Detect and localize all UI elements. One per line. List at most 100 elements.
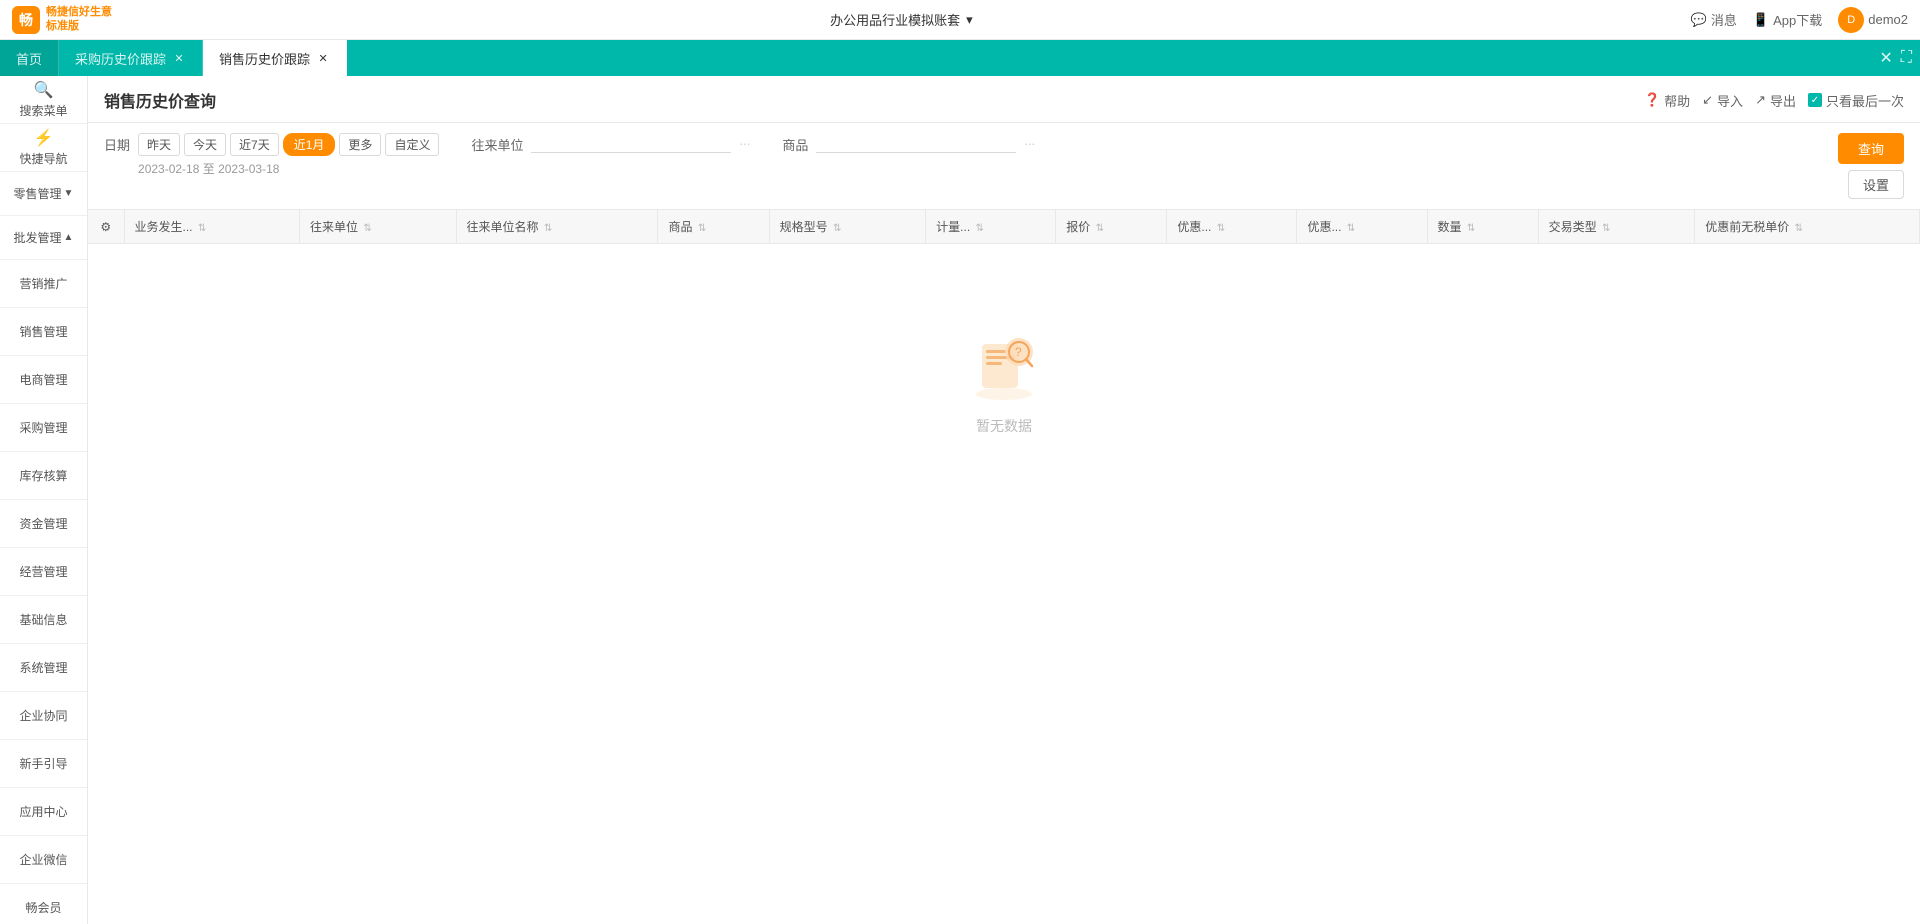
date-btn-7days[interactable]: 近7天: [230, 133, 279, 156]
message-icon: 💬: [1691, 12, 1707, 28]
sidebar-item-finance[interactable]: 资金管理: [0, 500, 87, 548]
sidebar-item-retail-mgmt[interactable]: 零售管理 ▼: [0, 172, 87, 216]
col-discount1[interactable]: 优惠... ⇅: [1167, 210, 1297, 244]
date-range-display: 2023-02-18 至 2023-03-18: [138, 160, 439, 177]
app-name-label: 办公用品行业模拟账套: [830, 10, 960, 29]
sidebar-item-wholesale-mgmt[interactable]: 批发管理 ▲: [0, 216, 87, 260]
top-bar-left: 畅 畅捷信好生意 标准版: [12, 6, 112, 34]
col-pre-tax-price[interactable]: 优惠前无税单价 ⇅: [1695, 210, 1920, 244]
export-button[interactable]: ↗ 导出: [1755, 91, 1796, 110]
maximize-button[interactable]: ⛶: [1901, 49, 1912, 67]
page-title-row: 销售历史价查询 ❓ 帮助 ↙ 导入 ↗ 导出 ✓: [104, 88, 1904, 112]
col-price[interactable]: 报价 ⇅: [1056, 210, 1167, 244]
sort-arrows-product: ⇅: [698, 223, 706, 234]
sidebar-item-ecommerce[interactable]: 电商管理: [0, 356, 87, 404]
tab-home[interactable]: 首页: [0, 40, 59, 76]
col-trade-type[interactable]: 交易类型 ⇅: [1538, 210, 1695, 244]
date-btn-1month[interactable]: 近1月: [283, 133, 336, 156]
app-download-button[interactable]: 📱 App下载: [1753, 10, 1822, 29]
date-options: 昨天 今天 近7天 近1月 更多 自定义 2023-02-18 至 2023-0…: [138, 133, 439, 177]
sidebar-item-purchase-mgmt[interactable]: 采购管理: [0, 404, 87, 452]
help-button[interactable]: ❓ 帮助: [1644, 91, 1690, 110]
user-profile[interactable]: D demo2: [1838, 7, 1908, 33]
sidebar-item-inventory[interactable]: 库存核算: [0, 452, 87, 500]
import-button[interactable]: ↙ 导入: [1702, 91, 1743, 110]
sidebar-item-quick-nav[interactable]: ⚡ 快捷导航: [0, 124, 87, 172]
main-layout: 🔍 搜索菜单 ⚡ 快捷导航 零售管理 ▼ 批发管理 ▲ 营销推广 销售管理 电商…: [0, 76, 1920, 924]
empty-text: 暂无数据: [976, 416, 1032, 436]
page-actions: ❓ 帮助 ↙ 导入 ↗ 导出 ✓ 只看最后一次: [1644, 91, 1904, 110]
help-icon: ❓: [1644, 92, 1660, 108]
sidebar-item-member[interactable]: 畅会员: [0, 884, 87, 924]
sort-arrows-biz-date: ⇅: [198, 223, 206, 234]
sidebar-item-search-menu[interactable]: 🔍 搜索菜单: [0, 76, 87, 124]
query-button[interactable]: 查询: [1838, 133, 1904, 164]
date-btn-today[interactable]: 今天: [184, 133, 226, 156]
product-input[interactable]: [816, 133, 1016, 153]
col-settings[interactable]: ⚙: [88, 210, 124, 244]
page-header: 销售历史价查询 ❓ 帮助 ↙ 导入 ↗ 导出 ✓: [88, 76, 1920, 123]
partner-label: 往来单位: [471, 133, 523, 154]
purchase-history-tab-label: 采购历史价跟踪: [75, 49, 166, 68]
date-btn-yesterday[interactable]: 昨天: [138, 133, 180, 156]
sort-arrows-unit: ⇅: [976, 223, 984, 234]
sort-arrows-partner-code: ⇅: [363, 223, 371, 234]
sort-arrows-discount1: ⇅: [1217, 223, 1225, 234]
col-partner-code[interactable]: 往来单位 ⇅: [299, 210, 456, 244]
table-area: ⚙ 业务发生... ⇅ 往来单位 ⇅ 往来单位名称 ⇅: [88, 210, 1920, 924]
date-label: 日期: [104, 133, 130, 154]
col-spec[interactable]: 规格型号 ⇅: [769, 210, 926, 244]
sort-arrows-price: ⇅: [1096, 223, 1104, 234]
sidebar-item-operations[interactable]: 经营管理: [0, 548, 87, 596]
chevron-down-icon: ▼: [64, 188, 74, 199]
partner-input[interactable]: [531, 133, 731, 153]
col-quantity[interactable]: 数量 ⇅: [1427, 210, 1538, 244]
message-button[interactable]: 💬 消息: [1691, 10, 1737, 29]
product-dots: ...: [1024, 133, 1035, 148]
purchase-history-tab-close[interactable]: ✕: [172, 51, 186, 65]
settings-button[interactable]: 设置: [1848, 170, 1904, 199]
product-filter-group: 商品 ...: [782, 133, 1035, 154]
lightning-icon: ⚡: [34, 128, 54, 148]
col-partner-name[interactable]: 往来单位名称 ⇅: [456, 210, 658, 244]
close-all-tabs-button[interactable]: ✕: [1879, 48, 1892, 68]
data-table: ⚙ 业务发生... ⇅ 往来单位 ⇅ 往来单位名称 ⇅: [88, 210, 1920, 244]
chevron-up-icon: ▲: [64, 232, 74, 243]
sales-history-tab-label: 销售历史价跟踪: [219, 49, 310, 68]
top-bar: 畅 畅捷信好生意 标准版 办公用品行业模拟账套 ▾ 💬 消息 📱 App下载 D…: [0, 0, 1920, 40]
product-label: 商品: [782, 133, 808, 154]
sidebar-item-basic-info[interactable]: 基础信息: [0, 596, 87, 644]
sidebar-item-sales-mgmt[interactable]: 销售管理: [0, 308, 87, 356]
filter-row: 日期 昨天 今天 近7天 近1月 更多 自定义 2023-02-18 至 202…: [88, 123, 1920, 210]
tab-sales-history[interactable]: 销售历史价跟踪 ✕: [203, 40, 347, 76]
date-filter-group: 日期 昨天 今天 近7天 近1月 更多 自定义 2023-02-18 至 202…: [104, 133, 439, 177]
col-product[interactable]: 商品 ⇅: [658, 210, 769, 244]
chevron-down-icon: ▾: [966, 12, 973, 28]
sidebar-item-enterprise-coop[interactable]: 企业协同: [0, 692, 87, 740]
sort-arrows-trade-type: ⇅: [1602, 223, 1610, 234]
empty-state: ? 暂无数据: [88, 244, 1920, 516]
sort-arrows-quantity: ⇅: [1467, 223, 1475, 234]
content-area: 销售历史价查询 ❓ 帮助 ↙ 导入 ↗ 导出 ✓: [88, 76, 1920, 924]
tab-purchase-history[interactable]: 采购历史价跟踪 ✕: [59, 40, 203, 76]
date-btn-custom[interactable]: 自定义: [385, 133, 439, 156]
empty-state-icon: ?: [964, 324, 1044, 404]
svg-text:?: ?: [1015, 345, 1022, 359]
col-biz-date[interactable]: 业务发生... ⇅: [124, 210, 299, 244]
sort-arrows-spec: ⇅: [833, 223, 841, 234]
sidebar-item-app-center[interactable]: 应用中心: [0, 788, 87, 836]
only-last-checkbox[interactable]: ✓ 只看最后一次: [1808, 91, 1904, 110]
sort-arrows-discount2: ⇅: [1347, 223, 1355, 234]
app-selector[interactable]: 办公用品行业模拟账套 ▾: [830, 10, 973, 29]
sidebar-item-marketing[interactable]: 营销推广: [0, 260, 87, 308]
sort-arrows-partner-name: ⇅: [544, 223, 552, 234]
sidebar-item-enterprise-wechat[interactable]: 企业微信: [0, 836, 87, 884]
col-discount2[interactable]: 优惠... ⇅: [1297, 210, 1427, 244]
tab-bar-end: ✕ ⛶: [1871, 40, 1920, 76]
sidebar-item-beginner[interactable]: 新手引导: [0, 740, 87, 788]
sidebar-item-system[interactable]: 系统管理: [0, 644, 87, 692]
col-unit[interactable]: 计量... ⇅: [926, 210, 1056, 244]
export-icon: ↗: [1755, 92, 1766, 108]
sales-history-tab-close[interactable]: ✕: [316, 51, 330, 65]
date-btn-more[interactable]: 更多: [339, 133, 381, 156]
